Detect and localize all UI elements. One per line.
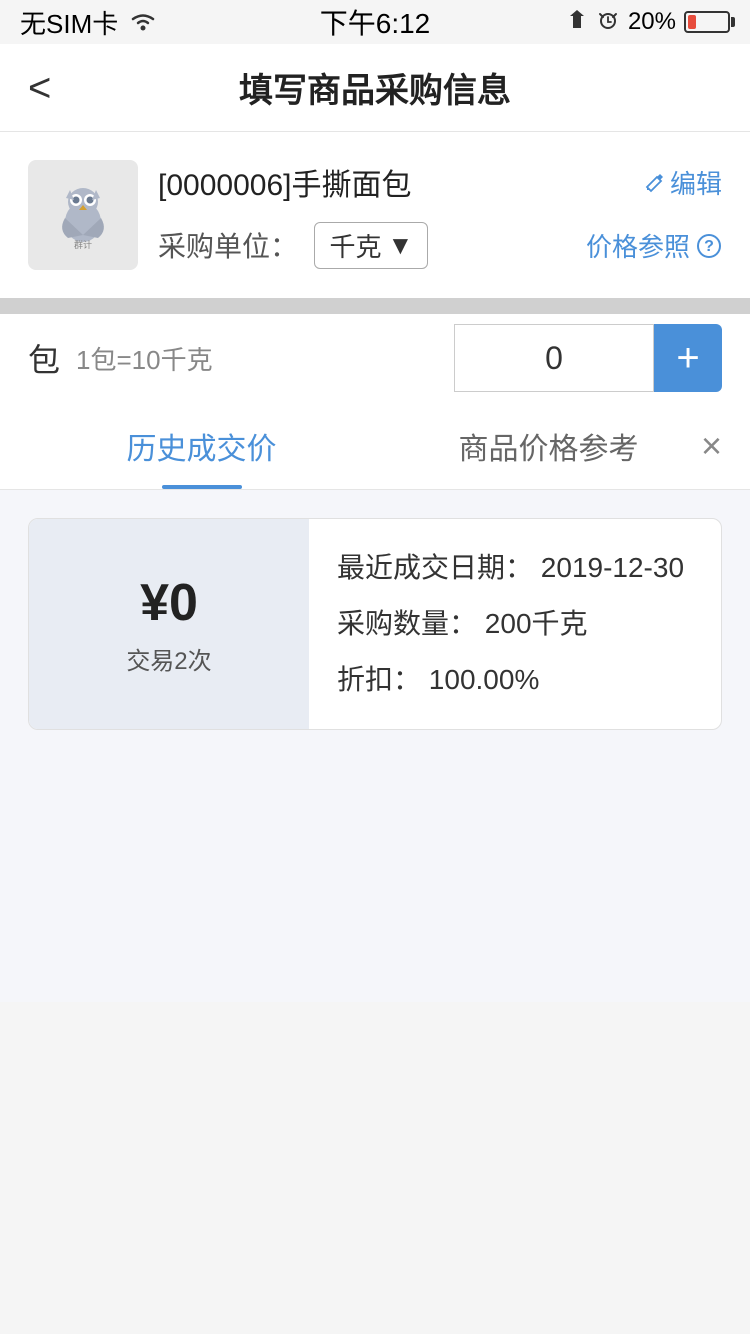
card-trade-count: 交易2次 — [126, 641, 211, 676]
gray-divider — [0, 298, 750, 314]
unit-value: 千克 — [329, 227, 381, 264]
status-time: 下午6:12 — [320, 2, 431, 42]
unit-select[interactable]: 千克 ▼ — [314, 222, 428, 269]
card-price: ¥0 — [140, 573, 198, 633]
purchase-unit-row: 采购单位： 千克 ▼ 价格参照 ? — [158, 222, 722, 269]
purchase-qty-value: 200千克 — [485, 608, 588, 639]
unit-tag: 包 — [28, 335, 60, 381]
edit-link[interactable]: 编辑 — [644, 164, 722, 201]
purchase-unit-group: 采购单位： 千克 ▼ — [158, 222, 428, 269]
price-ref-label: 价格参照 — [586, 227, 690, 264]
battery-percent: 20% — [628, 8, 676, 36]
price-ref-button[interactable]: 价格参照 ? — [586, 227, 722, 264]
svg-text:群计: 群计 — [74, 239, 92, 250]
nav-bar: < 填写商品采购信息 — [0, 44, 750, 132]
panel-tabs: 历史成交价 商品价格参考 × — [0, 402, 750, 490]
card-right: 最近成交日期： 2019-12-30 采购数量： 200千克 折扣： 100.0… — [309, 519, 721, 729]
discount-value: 100.00% — [429, 664, 540, 695]
quantity-right: + — [454, 324, 722, 392]
battery-fill — [688, 15, 696, 29]
back-button[interactable]: < — [28, 68, 51, 108]
product-name: [0000006]手撕面包 — [158, 160, 411, 204]
recent-date-label: 最近成交日期： — [337, 552, 533, 583]
purchase-qty-label: 采购数量： — [337, 608, 477, 639]
recent-date-row: 最近成交日期： 2019-12-30 — [337, 547, 693, 589]
purchase-unit-label: 采购单位： — [158, 231, 298, 262]
wifi-icon — [128, 7, 158, 38]
carrier-text: 无SIM卡 — [20, 4, 118, 41]
quantity-section: 包 1包=10千克 + — [0, 314, 750, 402]
quantity-input[interactable] — [454, 324, 654, 392]
purchase-qty-row: 采购数量： 200千克 — [337, 603, 693, 645]
quantity-left: 包 1包=10千克 — [28, 335, 213, 381]
discount-row: 折扣： 100.00% — [337, 659, 693, 701]
dropdown-icon: ▼ — [387, 230, 413, 261]
owl-logo: 群计 — [43, 175, 123, 255]
tab-history-price[interactable]: 历史成交价 — [28, 402, 375, 489]
card-left: ¥0 交易2次 — [29, 519, 309, 729]
alarm-icon — [596, 8, 620, 37]
battery-icon — [684, 11, 730, 33]
tab-product-price-ref[interactable]: 商品价格参考 — [375, 402, 722, 489]
tab-history-label: 历史成交价 — [127, 424, 277, 468]
svg-text:?: ? — [704, 238, 714, 255]
tab-active-underline — [162, 485, 242, 489]
close-panel-button[interactable]: × — [701, 425, 722, 467]
tab-price-ref-label: 商品价格参考 — [459, 424, 639, 468]
location-icon — [566, 8, 588, 37]
history-card: ¥0 交易2次 最近成交日期： 2019-12-30 采购数量： 200千克 折… — [28, 518, 722, 730]
edit-label[interactable]: 编辑 — [670, 164, 722, 201]
status-right: 20% — [566, 8, 730, 37]
product-info: [0000006]手撕面包 编辑 采购单位： 千克 ▼ — [158, 160, 722, 269]
plus-icon: + — [676, 336, 699, 381]
status-bar: 无SIM卡 下午6:12 20% — [0, 0, 750, 44]
product-section: 群计 [0000006]手撕面包 编辑 采购单位： — [0, 132, 750, 298]
quantity-plus-button[interactable]: + — [654, 324, 722, 392]
discount-label: 折扣： — [337, 664, 421, 695]
recent-date-value: 2019-12-30 — [541, 552, 684, 583]
product-header: [0000006]手撕面包 编辑 — [158, 160, 722, 204]
unit-hint: 1包=10千克 — [76, 340, 213, 377]
product-row: 群计 [0000006]手撕面包 编辑 采购单位： — [28, 160, 722, 270]
bottom-panel: 历史成交价 商品价格参考 × ¥0 交易2次 最近成交日期： 2019-12-3… — [0, 402, 750, 1002]
page-title: 填写商品采购信息 — [239, 63, 511, 112]
product-thumbnail: 群计 — [28, 160, 138, 270]
status-left: 无SIM卡 — [20, 4, 158, 41]
